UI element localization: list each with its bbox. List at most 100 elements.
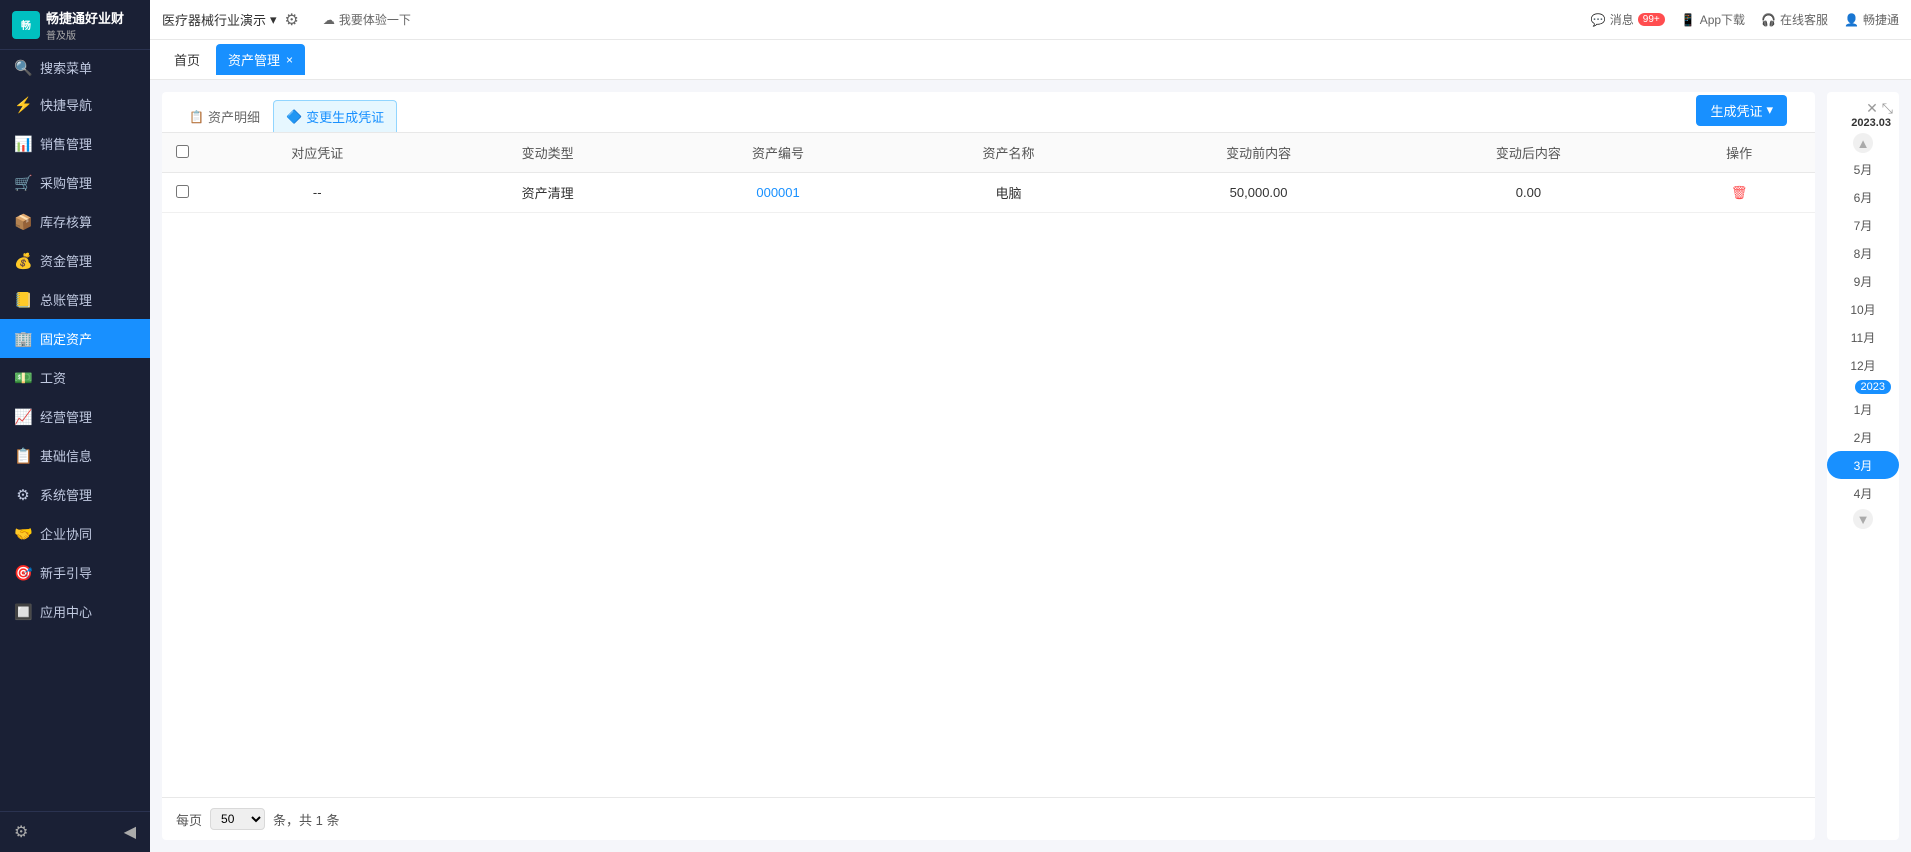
fixed-assets-icon: 🏢 bbox=[14, 330, 32, 348]
funds-icon: 💰 bbox=[14, 252, 32, 270]
panel-month-8[interactable]: 8月 bbox=[1827, 239, 1899, 267]
subtab-label: 变更生成凭证 bbox=[306, 107, 384, 126]
panel-nav-down[interactable]: ▼ bbox=[1853, 509, 1873, 529]
right-date-panel: ✕ ⤡ 2023.03 ▲ 5月 6月 7月 8月 9月 10月 11月 12月… bbox=[1827, 92, 1899, 840]
experience-text: 我要体验一下 bbox=[339, 11, 411, 28]
sidebar-item-ledger[interactable]: 📒 总账管理 bbox=[0, 280, 150, 319]
sales-icon: 📊 bbox=[14, 135, 32, 153]
user-avatar-icon: 👤 bbox=[1844, 13, 1859, 27]
topbar-company[interactable]: 医疗器械行业演示 ▾ bbox=[162, 10, 277, 29]
sidebar-item-label: 库存核算 bbox=[40, 212, 92, 231]
cooperation-icon: 🤝 bbox=[14, 525, 32, 543]
sidebar-item-funds[interactable]: 💰 资金管理 bbox=[0, 241, 150, 280]
sidebar-scroll: 🔍 搜索菜单 ⚡ 快捷导航 📊 销售管理 🛒 采购管理 📦 库存核算 💰 资金管… bbox=[0, 50, 150, 811]
panel-month-4[interactable]: 4月 bbox=[1827, 479, 1899, 507]
sidebar-item-cooperation[interactable]: 🤝 企业协同 bbox=[0, 514, 150, 553]
select-all-checkbox[interactable] bbox=[176, 145, 189, 158]
sidebar-item-quick-nav[interactable]: ⚡ 快捷导航 bbox=[0, 85, 150, 124]
subtab-asset-detail[interactable]: 📋 资产明细 bbox=[176, 100, 273, 132]
app-download-item[interactable]: 📱 App下载 bbox=[1681, 11, 1745, 28]
search-icon: 🔍 bbox=[14, 59, 32, 77]
sidebar-item-sales[interactable]: 📊 销售管理 bbox=[0, 124, 150, 163]
sidebar-item-operations[interactable]: 📈 经营管理 bbox=[0, 397, 150, 436]
per-page-select[interactable]: 50 10 20 100 bbox=[210, 808, 265, 830]
content-area: 📋 资产明细 🔷 变更生成凭证 生成凭证 ▾ bbox=[150, 80, 1911, 852]
delete-icon[interactable]: 🗑 bbox=[1731, 185, 1748, 200]
per-page-label: 每页 bbox=[176, 810, 202, 829]
col-before: 变动前内容 bbox=[1124, 133, 1394, 173]
panel-month-2[interactable]: 2月 bbox=[1827, 423, 1899, 451]
topbar-settings-icon[interactable]: ⚙ bbox=[285, 10, 299, 30]
sidebar-search-label: 搜索菜单 bbox=[40, 58, 92, 77]
sidebar-item-label: 销售管理 bbox=[40, 134, 92, 153]
row-checkbox[interactable] bbox=[176, 185, 189, 198]
row-action-cell: 🗑 bbox=[1663, 173, 1815, 213]
expand-panel-icon[interactable]: ⤡ bbox=[1882, 100, 1893, 117]
tab-asset-management[interactable]: 资产管理 × bbox=[216, 44, 305, 75]
logo-text-block: 畅捷通好业财 普及版 bbox=[46, 8, 124, 42]
panel-nav-up[interactable]: ▲ bbox=[1853, 133, 1873, 153]
subtab-change-voucher[interactable]: 🔷 变更生成凭证 bbox=[273, 100, 397, 132]
panel-month-3-active[interactable]: 3月 bbox=[1827, 451, 1899, 479]
panel-month-9[interactable]: 9月 bbox=[1827, 267, 1899, 295]
settings-bottom-icon[interactable]: ⚙ bbox=[14, 822, 28, 842]
user-item[interactable]: 👤 畅捷通 bbox=[1844, 11, 1899, 28]
online-service-item[interactable]: 🎧 在线客服 bbox=[1761, 11, 1828, 28]
sidebar-item-label: 快捷导航 bbox=[40, 95, 92, 114]
sidebar-item-guide[interactable]: 🎯 新手引导 bbox=[0, 553, 150, 592]
purchase-icon: 🛒 bbox=[14, 174, 32, 192]
company-dropdown-icon: ▾ bbox=[270, 12, 277, 28]
sidebar-item-label: 经营管理 bbox=[40, 407, 92, 426]
col-voucher: 对应凭证 bbox=[202, 133, 432, 173]
guide-icon: 🎯 bbox=[14, 564, 32, 582]
tab-label: 资产管理 bbox=[228, 50, 280, 69]
quick-nav-icon: ⚡ bbox=[14, 96, 32, 114]
sidebar-item-base-info[interactable]: 📋 基础信息 bbox=[0, 436, 150, 475]
panel-controls: ✕ ⤡ bbox=[1827, 96, 1899, 117]
sidebar-item-purchase[interactable]: 🛒 采购管理 bbox=[0, 163, 150, 202]
panel-month-1[interactable]: 1月 bbox=[1827, 395, 1899, 423]
sidebar-item-search[interactable]: 🔍 搜索菜单 bbox=[0, 50, 150, 85]
generate-voucher-label: 生成凭证 bbox=[1710, 101, 1762, 120]
inventory-icon: 📦 bbox=[14, 213, 32, 231]
row-checkbox-cell bbox=[162, 173, 202, 213]
sidebar-item-system[interactable]: ⚙ 系统管理 bbox=[0, 475, 150, 514]
subtab-label: 资产明细 bbox=[208, 107, 260, 126]
panel-month-7[interactable]: 7月 bbox=[1827, 211, 1899, 239]
sidebar-item-salary[interactable]: 💵 工资 bbox=[0, 358, 150, 397]
change-voucher-icon: 🔷 bbox=[286, 109, 302, 125]
panel-month-6[interactable]: 6月 bbox=[1827, 183, 1899, 211]
topbar: 医疗器械行业演示 ▾ ⚙ ☁ 我要体验一下 💬 消息 99+ 📱 App下载 🎧… bbox=[150, 0, 1911, 40]
sidebar-item-label: 应用中心 bbox=[40, 602, 92, 621]
subtabs-row: 📋 资产明细 🔷 变更生成凭证 生成凭证 ▾ bbox=[162, 92, 1815, 133]
sidebar-item-app-center[interactable]: 🔲 应用中心 bbox=[0, 592, 150, 631]
topbar-experience[interactable]: ☁ 我要体验一下 bbox=[323, 11, 411, 28]
sidebar-item-label: 基础信息 bbox=[40, 446, 92, 465]
row-after: 0.00 bbox=[1394, 173, 1664, 213]
tab-home[interactable]: 首页 bbox=[162, 44, 212, 75]
row-voucher: -- bbox=[202, 173, 432, 213]
generate-voucher-button[interactable]: 生成凭证 ▾ bbox=[1696, 95, 1787, 126]
tab-close-icon[interactable]: × bbox=[286, 53, 293, 67]
sidebar-item-label: 固定资产 bbox=[40, 329, 92, 348]
content-main: 📋 资产明细 🔷 变更生成凭证 生成凭证 ▾ bbox=[162, 92, 1815, 840]
sidebar-item-label: 工资 bbox=[40, 368, 66, 387]
base-info-icon: 📋 bbox=[14, 447, 32, 465]
sidebar-item-inventory[interactable]: 📦 库存核算 bbox=[0, 202, 150, 241]
messages-badge: 99+ bbox=[1638, 13, 1665, 26]
sidebar-bottom: ⚙ ◀ bbox=[0, 811, 150, 852]
panel-month-5[interactable]: 5月 bbox=[1827, 155, 1899, 183]
panel-month-11[interactable]: 11月 bbox=[1827, 323, 1899, 351]
table-container: 对应凭证 变动类型 资产编号 资产名称 变动前内容 变动后内容 操作 bbox=[162, 133, 1815, 797]
panel-month-12[interactable]: 12月 bbox=[1827, 351, 1899, 379]
user-name: 畅捷通 bbox=[1863, 11, 1899, 28]
messages-item[interactable]: 💬 消息 99+ bbox=[1591, 11, 1665, 28]
panel-month-10[interactable]: 10月 bbox=[1827, 295, 1899, 323]
row-asset-no[interactable]: 000001 bbox=[663, 173, 893, 213]
logo-text: 畅捷通好业财 bbox=[46, 8, 124, 27]
collapse-icon[interactable]: ◀ bbox=[124, 822, 136, 842]
close-panel-icon[interactable]: ✕ bbox=[1866, 100, 1878, 117]
year-2023-badge: 2023 bbox=[1855, 380, 1891, 394]
sidebar-item-fixed-assets[interactable]: 🏢 固定资产 bbox=[0, 319, 150, 358]
pagination: 每页 50 10 20 100 条，共 1 条 bbox=[162, 797, 1815, 840]
